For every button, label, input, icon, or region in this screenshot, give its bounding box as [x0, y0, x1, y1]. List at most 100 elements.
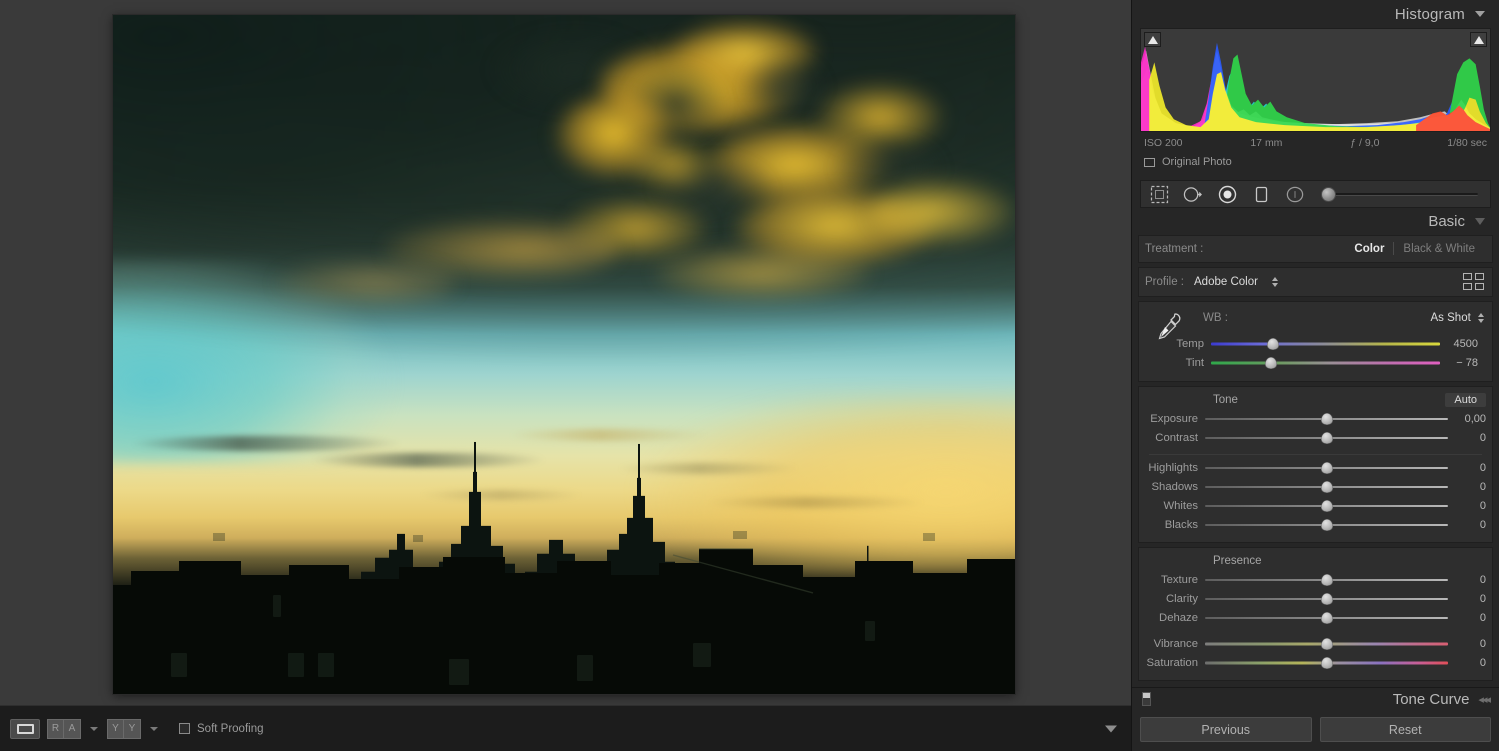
loupe-view-button[interactable] — [10, 718, 40, 739]
reset-button[interactable]: Reset — [1319, 717, 1491, 742]
treatment-block: Treatment : Color Black & White — [1138, 234, 1493, 263]
slider-track-area[interactable] — [1205, 590, 1448, 609]
slider-value[interactable]: 4500 — [1440, 338, 1484, 350]
before-after-button[interactable]: R A — [47, 718, 81, 739]
triangle-down-icon[interactable] — [1105, 725, 1117, 732]
slider-label: Exposure — [1150, 413, 1198, 426]
histogram-panel-header[interactable]: Histogram — [1132, 0, 1499, 29]
slider-track-area[interactable] — [1211, 335, 1440, 354]
previous-button[interactable]: Previous — [1140, 717, 1312, 742]
slider-knob[interactable] — [1321, 481, 1332, 493]
graduated-filter-tool[interactable] — [1251, 184, 1271, 204]
eyedropper-icon[interactable] — [1151, 308, 1185, 345]
slider-knob[interactable] — [1321, 432, 1332, 444]
slider-value[interactable]: 0 — [1448, 593, 1492, 605]
slider-track-area[interactable] — [1205, 654, 1448, 673]
histogram-container — [1132, 28, 1499, 133]
tone-curve-title: Tone Curve — [1392, 690, 1470, 708]
shadow-clipping-indicator[interactable] — [1144, 32, 1161, 48]
before-after-dropdown-caret[interactable] — [90, 726, 98, 731]
profile-stepper-icon[interactable] — [1271, 276, 1278, 287]
aperture-value: ƒ / 9,0 — [1350, 137, 1380, 150]
slider-knob[interactable] — [1321, 638, 1332, 650]
divider — [1149, 453, 1482, 455]
slider-value[interactable]: 0 — [1448, 638, 1492, 650]
slider-value[interactable]: 0 — [1448, 519, 1492, 531]
slider-knob[interactable] — [1321, 593, 1332, 605]
tool-amount-slider[interactable] — [1319, 184, 1482, 204]
slider-knob[interactable] — [1321, 657, 1332, 669]
histogram-graph[interactable] — [1140, 28, 1491, 133]
slider-value[interactable]: 0 — [1448, 481, 1492, 493]
original-photo-toggle[interactable]: Original Photo — [1132, 152, 1499, 176]
treatment-row: Treatment : Color Black & White — [1139, 236, 1492, 262]
histogram-title: Histogram — [1394, 5, 1465, 23]
slider-knob[interactable] — [1321, 500, 1332, 512]
photo-canvas[interactable] — [0, 0, 1131, 705]
slider-knob[interactable] — [1321, 519, 1332, 531]
slider-value[interactable]: 0 — [1448, 432, 1492, 444]
soft-proofing-checkbox[interactable] — [179, 723, 190, 734]
slider-track-area[interactable] — [1205, 410, 1448, 429]
collapse-arrows-icon[interactable]: ◂◂◂ — [1478, 693, 1491, 706]
radial-filter-tool[interactable] — [1285, 184, 1305, 204]
slider-value[interactable]: 0 — [1448, 612, 1492, 624]
wb-value-text: As Shot — [1430, 311, 1471, 324]
slider-track-area[interactable] — [1211, 354, 1440, 373]
slider-value[interactable]: − 78 — [1440, 357, 1484, 369]
slider-knob[interactable] — [1321, 462, 1332, 474]
slider-value[interactable]: 0 — [1448, 574, 1492, 586]
basic-panel-header[interactable]: Basic — [1132, 208, 1499, 234]
slider-track-area[interactable] — [1205, 516, 1448, 535]
split-right-label: Y — [124, 718, 141, 739]
slider-dehaze: Dehaze 0 — [1139, 609, 1492, 628]
treatment-option-color[interactable]: Color — [1345, 243, 1393, 255]
slider-knob[interactable] — [1267, 338, 1279, 350]
original-photo-icon — [1144, 157, 1155, 167]
redeye-correction-tool[interactable] — [1217, 184, 1237, 204]
slider-track-area[interactable] — [1205, 609, 1448, 628]
treatment-option-black-and-white[interactable]: Black & White — [1394, 243, 1484, 255]
slider-knob[interactable] — [1321, 612, 1332, 624]
slider-track-area[interactable] — [1205, 478, 1448, 497]
golden-cloud — [654, 245, 871, 301]
tone-curve-switch-icon[interactable] — [1142, 692, 1151, 707]
slider-track-area[interactable] — [1205, 429, 1448, 448]
slider-value[interactable]: 0 — [1448, 462, 1492, 474]
focal-length-value: 17 mm — [1250, 137, 1283, 150]
slider-track-area[interactable] — [1205, 497, 1448, 516]
wb-value[interactable]: As Shot — [1431, 312, 1484, 324]
slider-knob[interactable] — [1321, 574, 1332, 586]
tool-amount-knob[interactable] — [1321, 186, 1336, 202]
highlight-clipping-indicator[interactable] — [1470, 32, 1487, 48]
chevron-down-icon[interactable] — [1475, 11, 1485, 18]
slider-saturation: Saturation 0 — [1139, 654, 1492, 673]
slider-track-area[interactable] — [1205, 571, 1448, 590]
soft-proofing-toggle[interactable]: Soft Proofing — [179, 723, 263, 735]
auto-tone-button[interactable]: Auto — [1445, 392, 1486, 407]
slider-track-area[interactable] — [1205, 635, 1448, 654]
slider-knob[interactable] — [1321, 413, 1332, 425]
spot-removal-tool[interactable] — [1183, 184, 1203, 204]
photo-frame[interactable] — [113, 15, 1015, 694]
before-after-left-label: R — [47, 718, 64, 739]
slider-track-area[interactable] — [1205, 459, 1448, 478]
split-view-button[interactable]: Y Y — [107, 718, 141, 739]
slider-value[interactable]: 0 — [1448, 500, 1492, 512]
slider-value[interactable]: 0 — [1448, 657, 1492, 669]
develop-tool-strip — [1140, 180, 1491, 209]
wb-stepper-icon[interactable] — [1478, 312, 1484, 323]
crop-overlay-tool[interactable] — [1149, 184, 1169, 204]
exif-info-row: ISO 200 17 mm ƒ / 9,0 1/80 sec — [1132, 132, 1499, 152]
slider-value[interactable]: 0,00 — [1448, 413, 1492, 425]
chevron-down-icon[interactable] — [1475, 217, 1485, 225]
foreground-rooftops — [113, 531, 1015, 694]
slider-label: Clarity — [1165, 593, 1198, 606]
slider-knob[interactable] — [1265, 357, 1277, 369]
slider-track — [1211, 342, 1440, 346]
tone-curve-panel-header[interactable]: Tone Curve ◂◂◂ — [1132, 686, 1499, 711]
profile-grid-icon[interactable] — [1463, 273, 1484, 291]
profile-value[interactable]: Adobe Color — [1194, 276, 1258, 288]
panel-footer: Previous Reset — [1132, 711, 1499, 751]
split-view-dropdown-caret[interactable] — [150, 726, 158, 731]
